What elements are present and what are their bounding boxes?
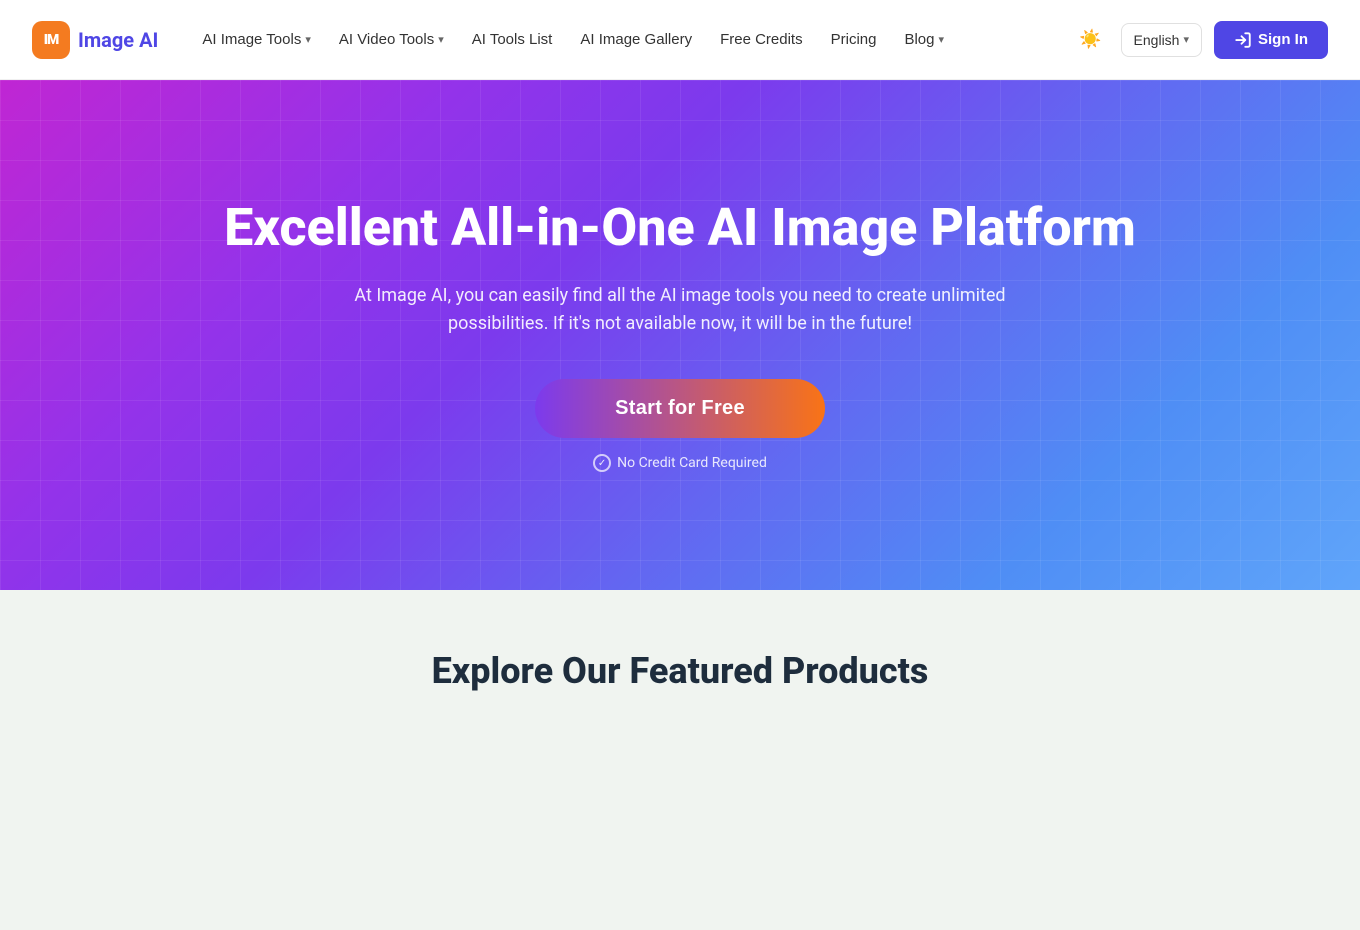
chevron-down-icon: ▾ bbox=[438, 33, 444, 46]
nav-item-ai-image-gallery[interactable]: AI Image Gallery bbox=[568, 23, 704, 56]
nav-right: ☀️ English ▾ Sign In bbox=[1073, 21, 1328, 59]
nav-item-free-credits[interactable]: Free Credits bbox=[708, 23, 815, 56]
sun-icon: ☀️ bbox=[1079, 29, 1101, 50]
language-selector-button[interactable]: English ▾ bbox=[1121, 23, 1202, 57]
nav-item-ai-tools-list[interactable]: AI Tools List bbox=[460, 23, 565, 56]
theme-toggle-button[interactable]: ☀️ bbox=[1073, 22, 1109, 58]
no-credit-card-notice: ✓ No Credit Card Required bbox=[593, 454, 767, 472]
nav-item-ai-image-tools[interactable]: AI Image Tools ▾ bbox=[190, 23, 322, 56]
nav-item-pricing[interactable]: Pricing bbox=[819, 23, 889, 56]
hero-cta-wrap: Start for Free ✓ No Credit Card Required bbox=[535, 379, 825, 472]
language-label: English bbox=[1134, 32, 1180, 48]
signin-icon bbox=[1234, 31, 1252, 49]
start-for-free-button[interactable]: Start for Free bbox=[535, 379, 825, 438]
hero-section: Excellent All-in-One AI Image Platform A… bbox=[0, 80, 1360, 590]
signin-button[interactable]: Sign In bbox=[1214, 21, 1328, 59]
logo-text: Image AI bbox=[78, 28, 158, 52]
nav-item-ai-video-tools[interactable]: AI Video Tools ▾ bbox=[327, 23, 456, 56]
no-credit-card-text: No Credit Card Required bbox=[617, 455, 767, 471]
products-section: Explore Our Featured Products bbox=[0, 590, 1360, 930]
nav-item-blog[interactable]: Blog ▾ bbox=[892, 23, 956, 56]
chevron-down-icon: ▾ bbox=[1183, 33, 1189, 46]
chevron-down-icon: ▾ bbox=[939, 33, 945, 46]
chevron-down-icon: ▾ bbox=[305, 33, 311, 46]
logo-link[interactable]: IM Image AI bbox=[32, 21, 158, 59]
navbar: IM Image AI AI Image Tools ▾ AI Video To… bbox=[0, 0, 1360, 80]
products-section-title: Explore Our Featured Products bbox=[432, 650, 929, 692]
check-circle-icon: ✓ bbox=[593, 454, 611, 472]
hero-subtitle: At Image AI, you can easily find all the… bbox=[330, 282, 1030, 340]
logo-icon: IM bbox=[32, 21, 70, 59]
nav-links: AI Image Tools ▾ AI Video Tools ▾ AI Too… bbox=[190, 23, 1072, 56]
hero-title: Excellent All-in-One AI Image Platform bbox=[224, 198, 1136, 258]
